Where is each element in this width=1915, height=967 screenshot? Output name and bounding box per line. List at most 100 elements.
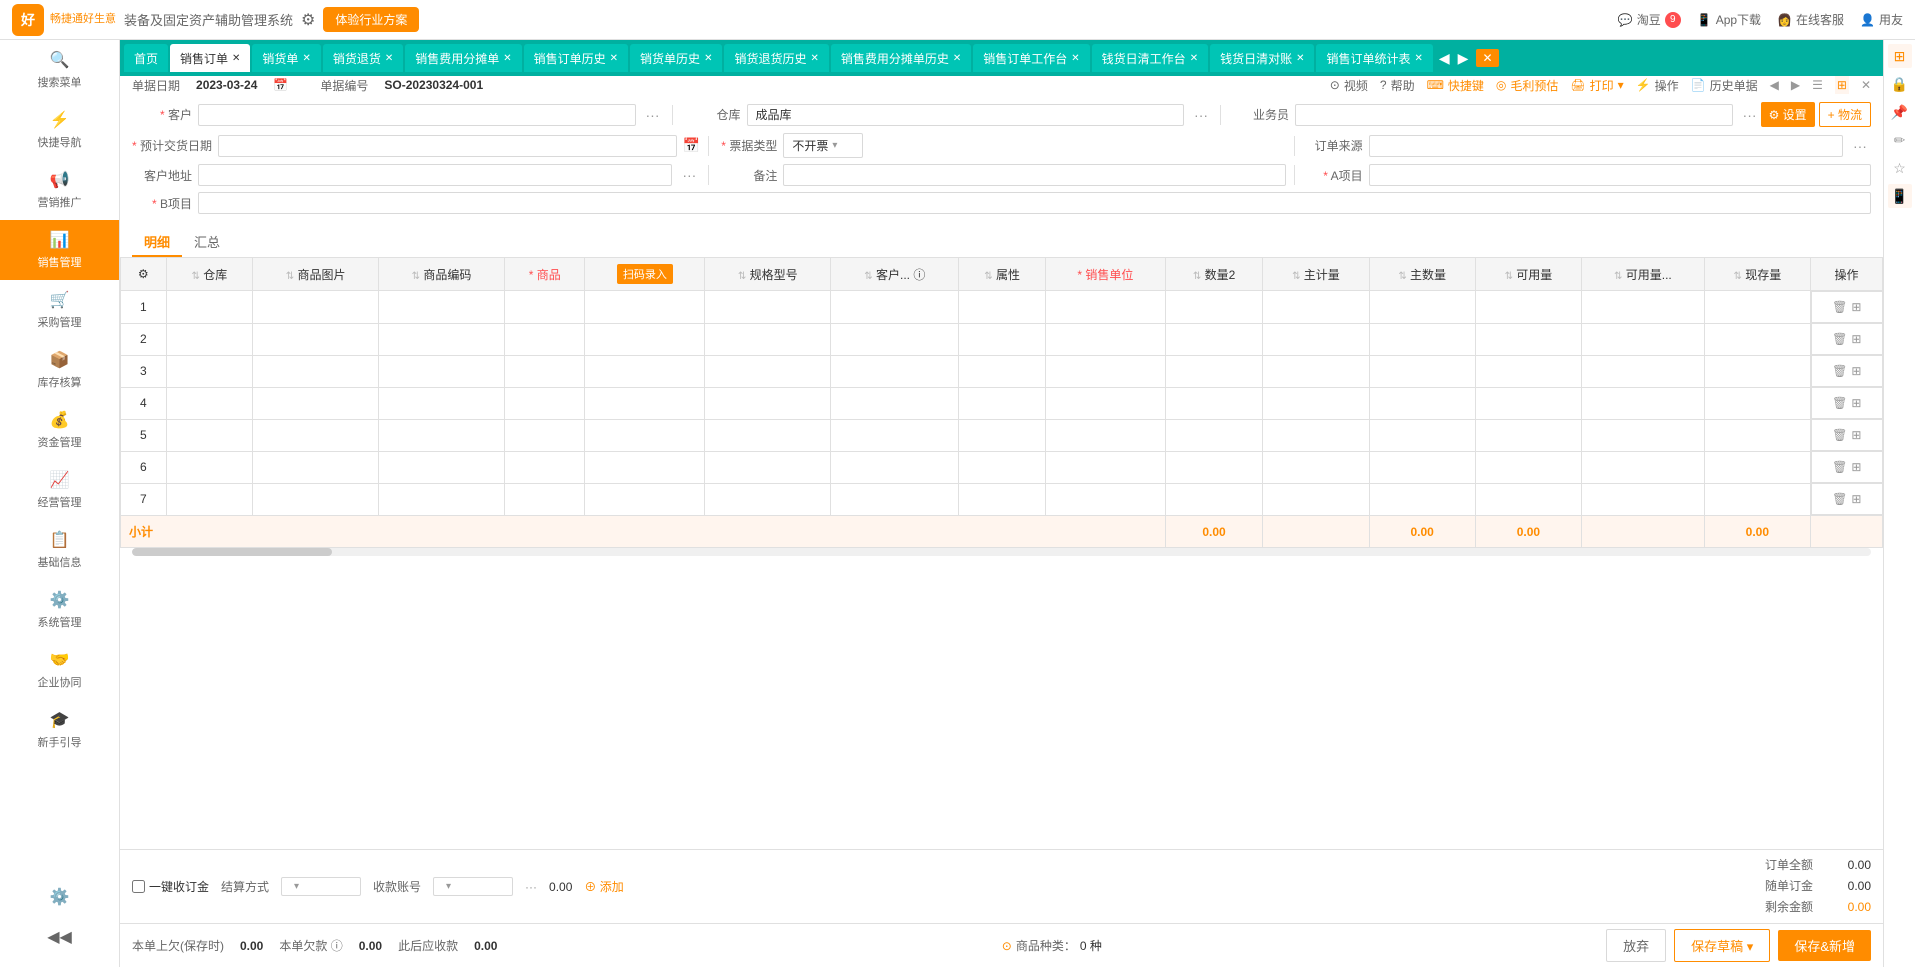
right-pin-icon[interactable]: 📌 — [1888, 100, 1912, 124]
th-customer-code[interactable]: ⇅ 客户... ⓘ — [831, 258, 959, 291]
tab-bill-history[interactable]: 销货单历史 ✕ — [630, 44, 722, 72]
row-product-5[interactable] — [505, 419, 585, 451]
row-unit-5[interactable] — [1045, 419, 1165, 451]
row-copy-5[interactable]: ⊞ — [1851, 428, 1861, 442]
nav-next[interactable]: ▶ — [1791, 78, 1800, 92]
row-delete-4[interactable]: 🗑 — [1832, 396, 1847, 410]
tab-close-history[interactable]: ✕ — [610, 53, 618, 64]
tab-sales-order[interactable]: 销售订单 ✕ — [170, 44, 250, 72]
settings-btn-form[interactable]: ⚙ 设置 — [1761, 102, 1815, 127]
account-select[interactable]: ▾ — [433, 877, 513, 896]
row-action-7[interactable]: 🗑 ⊞ — [1811, 483, 1883, 515]
row-spec-4[interactable] — [705, 387, 831, 419]
save-draft-button[interactable]: 保存草稿 ▾ — [1674, 929, 1770, 962]
row-main-qty-6[interactable] — [1369, 451, 1475, 483]
th-attr[interactable]: ⇅ 属性 — [959, 258, 1046, 291]
th-warehouse[interactable]: ⇅ 仓库 — [166, 258, 253, 291]
row-attr-5[interactable] — [959, 419, 1046, 451]
cal-icon[interactable]: 📅 — [273, 78, 288, 92]
ellipsis-account[interactable]: ··· — [525, 880, 537, 894]
row-code-1[interactable] — [379, 291, 505, 324]
tab-close-sales-order[interactable]: ✕ — [232, 53, 240, 64]
row-product-1[interactable] — [505, 291, 585, 324]
row-spec-3[interactable] — [705, 355, 831, 387]
row-code-2[interactable] — [379, 323, 505, 355]
grid-view-btn[interactable]: ⊞ — [1835, 76, 1849, 94]
settings-icon[interactable]: ⚙ — [301, 10, 315, 30]
shortcut-btn[interactable]: ⌨ 快捷键 — [1427, 77, 1484, 94]
tab-sales-bill[interactable]: 销货单 ✕ — [252, 44, 320, 72]
row-copy-6[interactable]: ⊞ — [1851, 460, 1861, 474]
help-btn[interactable]: ? 帮助 — [1380, 77, 1415, 94]
tab-close-fee[interactable]: ✕ — [503, 53, 511, 64]
th-code[interactable]: ⇅ 商品编码 — [379, 258, 505, 291]
row-warehouse-1[interactable] — [166, 291, 253, 324]
user-menu-item[interactable]: 👤 用友 — [1860, 11, 1903, 28]
row-main-unit-7[interactable] — [1263, 483, 1369, 516]
row-qty2-6[interactable] — [1165, 451, 1263, 483]
row-qty2-2[interactable] — [1165, 323, 1263, 355]
th-settings[interactable]: ⚙ — [121, 258, 167, 291]
row-attr-2[interactable] — [959, 323, 1046, 355]
row-product-6[interactable] — [505, 451, 585, 483]
tab-prev-btn[interactable]: ◀ — [1435, 50, 1454, 67]
subtab-detail[interactable]: 明细 — [132, 228, 182, 257]
row-customer-code-3[interactable] — [831, 355, 959, 387]
tab-fee-history[interactable]: 销售费用分摊单历史 ✕ — [831, 44, 971, 72]
row-delete-7[interactable]: 🗑 — [1832, 492, 1847, 506]
row-product-3[interactable] — [505, 355, 585, 387]
history-btn[interactable]: 📄 历史单据 — [1691, 77, 1758, 94]
row-customer-code-6[interactable] — [831, 451, 959, 483]
row-action-3[interactable]: 🗑 ⊞ — [1811, 355, 1883, 387]
delivery-date-input[interactable] — [218, 135, 677, 157]
row-warehouse-3[interactable] — [166, 355, 253, 387]
row-unit-4[interactable] — [1045, 387, 1165, 419]
row-code-4[interactable] — [379, 387, 505, 419]
tab-sales-fee[interactable]: 销售费用分摊单 ✕ — [405, 44, 521, 72]
row-code-5[interactable] — [379, 419, 505, 451]
row-warehouse-5[interactable] — [166, 419, 253, 451]
row-unit-3[interactable] — [1045, 355, 1165, 387]
save-new-button[interactable]: 保存&新增 — [1778, 930, 1871, 961]
nav-prev[interactable]: ◀ — [1770, 78, 1779, 92]
sidebar-item-system[interactable]: ⚙️ 系统管理 — [0, 580, 119, 640]
row-avail-qty-3[interactable] — [1475, 355, 1581, 387]
row-copy-3[interactable]: ⊞ — [1851, 364, 1861, 378]
row-action-6[interactable]: 🗑 ⊞ — [1811, 451, 1883, 483]
warehouse-input[interactable] — [747, 104, 1185, 126]
row-spec-1[interactable] — [705, 291, 831, 324]
warehouse-more-btn[interactable]: ··· — [1190, 107, 1212, 123]
row-product-4[interactable] — [505, 387, 585, 419]
sidebar-item-quick-nav[interactable]: ⚡ 快捷导航 — [0, 100, 119, 160]
row-main-unit-3[interactable] — [1263, 355, 1369, 387]
row-copy-4[interactable]: ⊞ — [1851, 396, 1861, 410]
row-main-unit-6[interactable] — [1263, 451, 1369, 483]
sidebar-item-search-menu[interactable]: 🔍 搜索菜单 — [0, 40, 119, 100]
right-lock-icon[interactable]: 🔒 — [1888, 72, 1912, 96]
row-avail-qty-5[interactable] — [1475, 419, 1581, 451]
row-code-6[interactable] — [379, 451, 505, 483]
row-attr-6[interactable] — [959, 451, 1046, 483]
th-main-qty[interactable]: ⇅ 主数量 — [1369, 258, 1475, 291]
tab-home[interactable]: 首页 — [124, 44, 168, 72]
right-star-icon[interactable]: ☆ — [1888, 156, 1912, 180]
row-stock-4[interactable] — [1704, 387, 1810, 419]
row-spec-5[interactable] — [705, 419, 831, 451]
sidebar-settings[interactable]: ⚙️ — [0, 877, 119, 917]
th-spec[interactable]: ⇅ 规格型号 — [705, 258, 831, 291]
invoice-type-select[interactable]: 不开票 ▾ — [783, 133, 863, 158]
sidebar-item-operations[interactable]: 📈 经营管理 — [0, 460, 119, 520]
order-source-input[interactable] — [1369, 135, 1843, 157]
row-product-7[interactable] — [505, 483, 585, 516]
row-action-2[interactable]: 🗑 ⊞ — [1811, 323, 1883, 355]
row-delete-3[interactable]: 🗑 — [1832, 364, 1847, 378]
row-qty2-4[interactable] — [1165, 387, 1263, 419]
tab-close-stats[interactable]: ✕ — [1415, 53, 1423, 64]
row-main-unit-1[interactable] — [1263, 291, 1369, 324]
tab-return-history[interactable]: 销货退货历史 ✕ — [724, 44, 828, 72]
row-action-5[interactable]: 🗑 ⊞ — [1811, 419, 1883, 451]
row-attr-7[interactable] — [959, 483, 1046, 516]
tab-close-bill-history[interactable]: ✕ — [704, 53, 712, 64]
row-avail-qty2-2[interactable] — [1582, 323, 1705, 355]
row-avail-qty2-3[interactable] — [1582, 355, 1705, 387]
